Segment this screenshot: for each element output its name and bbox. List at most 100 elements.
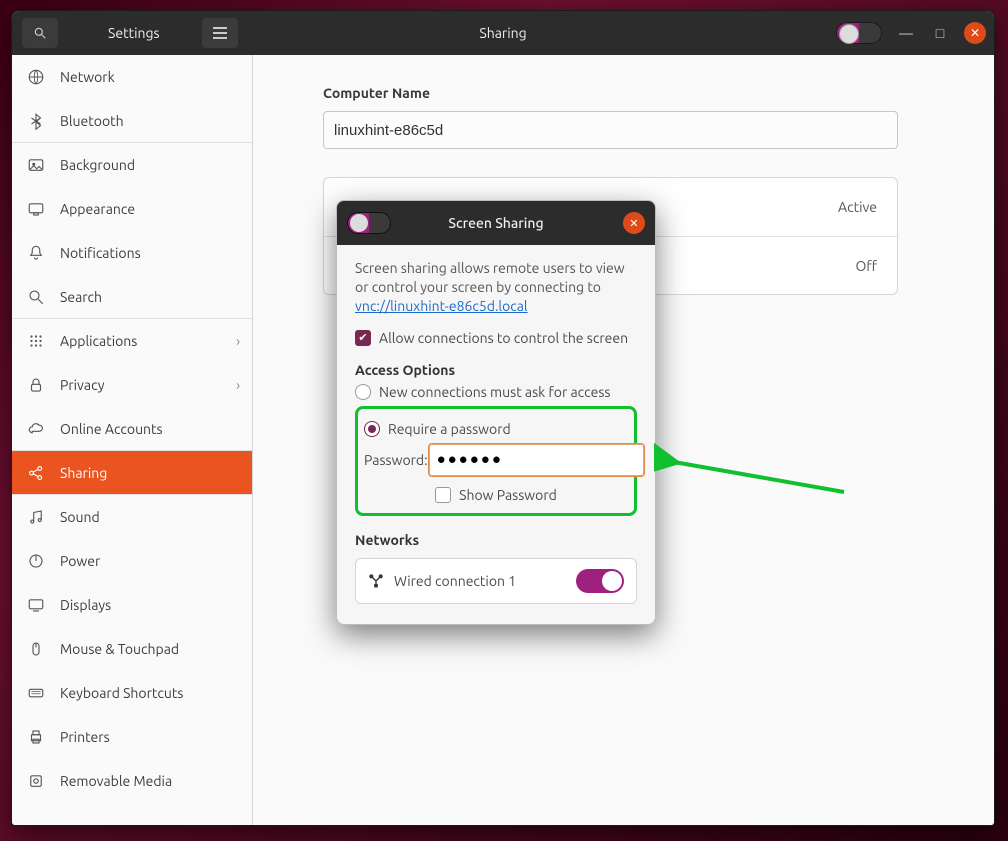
sidebar-item-applications[interactable]: Applications ›: [12, 319, 252, 363]
sidebar-item-power[interactable]: Power: [12, 539, 252, 583]
network-icon: [368, 573, 384, 589]
sidebar-item-label: Network: [60, 69, 115, 85]
allow-control-row[interactable]: ✔ Allow connections to control the scree…: [355, 330, 637, 346]
require-password-label: Require a password: [388, 421, 511, 437]
sidebar-item-sharing[interactable]: Sharing: [12, 451, 252, 495]
search-icon: [24, 288, 48, 306]
require-password-row[interactable]: Require a password: [364, 421, 628, 437]
allow-control-checkbox[interactable]: ✔: [355, 330, 371, 346]
sharing-master-toggle[interactable]: [836, 22, 882, 44]
sidebar-item-mouse-touchpad[interactable]: Mouse & Touchpad: [12, 627, 252, 671]
sidebar-item-network[interactable]: Network: [12, 55, 252, 99]
sidebar-item-search[interactable]: Search: [12, 275, 252, 319]
show-password-label: Show Password: [459, 487, 557, 503]
music-icon: [24, 508, 48, 526]
apps-icon: [24, 332, 48, 350]
sidebar-item-appearance[interactable]: Appearance: [12, 187, 252, 231]
sidebar-item-sound[interactable]: Sound: [12, 495, 252, 539]
sidebar-item-label: Background: [60, 157, 135, 173]
sidebar-item-label: Removable Media: [60, 773, 172, 789]
require-password-radio[interactable]: [364, 421, 380, 437]
dialog-close-button[interactable]: ✕: [623, 212, 645, 234]
sidebar-item-label: Privacy: [60, 377, 104, 393]
search-icon: [33, 26, 47, 40]
sidebar-item-printers[interactable]: Printers: [12, 715, 252, 759]
sidebar: Network Bluetooth Background Appearance Noti…: [12, 55, 253, 825]
minimize-button[interactable]: —: [896, 23, 916, 43]
titlebar-left: Settings: [12, 18, 238, 48]
sidebar-item-label: Notifications: [60, 245, 141, 261]
sidebar-item-label: Keyboard Shortcuts: [60, 685, 183, 701]
password-input[interactable]: [428, 443, 645, 477]
password-row: Password:: [364, 443, 628, 477]
globe-icon: [24, 68, 48, 86]
dialog-title: Screen Sharing: [448, 215, 543, 231]
vnc-link[interactable]: vnc://linuxhint-e86c5d.local: [355, 298, 528, 314]
titlebar: Settings Sharing — □ ✕: [12, 11, 994, 55]
sidebar-item-notifications[interactable]: Notifications: [12, 231, 252, 275]
bluetooth-icon: [24, 112, 48, 130]
computer-name-label: Computer Name: [323, 85, 924, 101]
ask-access-row[interactable]: New connections must ask for access: [355, 384, 637, 400]
cloud-icon: [24, 420, 48, 438]
network-toggle[interactable]: [576, 569, 624, 593]
menu-icon: [213, 27, 227, 39]
show-password-checkbox[interactable]: [435, 487, 451, 503]
sidebar-item-label: Displays: [60, 597, 111, 613]
access-options-header: Access Options: [355, 362, 637, 378]
sidebar-item-bluetooth[interactable]: Bluetooth: [12, 99, 252, 143]
sidebar-item-label: Bluetooth: [60, 113, 124, 129]
sidebar-item-removable-media[interactable]: Removable Media: [12, 759, 252, 803]
media-icon: [24, 772, 48, 790]
sidebar-item-keyboard-shortcuts[interactable]: Keyboard Shortcuts: [12, 671, 252, 715]
mouse-icon: [24, 640, 48, 658]
bell-icon: [24, 244, 48, 262]
sidebar-item-online-accounts[interactable]: Online Accounts: [12, 407, 252, 451]
chevron-right-icon: ›: [236, 333, 240, 349]
sidebar-item-label: Power: [60, 553, 100, 569]
chevron-right-icon: ›: [236, 377, 240, 393]
ask-access-radio[interactable]: [355, 384, 371, 400]
sidebar-item-label: Sound: [60, 509, 100, 525]
ask-access-label: New connections must ask for access: [379, 384, 611, 400]
lock-icon: [24, 376, 48, 394]
maximize-button[interactable]: □: [930, 23, 950, 43]
sidebar-item-label: Online Accounts: [60, 421, 163, 437]
sidebar-item-background[interactable]: Background: [12, 143, 252, 187]
allow-control-label: Allow connections to control the screen: [379, 330, 628, 346]
picture-icon: [24, 156, 48, 174]
appearance-icon: [24, 200, 48, 218]
sidebar-item-privacy[interactable]: Privacy ›: [12, 363, 252, 407]
display-icon: [24, 596, 48, 614]
password-label: Password:: [364, 452, 428, 468]
network-row: Wired connection 1: [355, 558, 637, 604]
password-highlight: Require a password Password: Show Passwo…: [355, 406, 637, 516]
printer-icon: [24, 728, 48, 746]
power-icon: [24, 552, 48, 570]
network-name: Wired connection 1: [394, 573, 516, 589]
media-sharing-status: Off: [855, 258, 877, 274]
sidebar-item-label: Sharing: [60, 465, 107, 481]
keyboard-icon: [24, 684, 48, 702]
window-controls: — □ ✕: [836, 22, 986, 44]
sidebar-item-label: Applications: [60, 333, 137, 349]
sidebar-item-displays[interactable]: Displays: [12, 583, 252, 627]
app-title: Settings: [108, 25, 160, 41]
close-button[interactable]: ✕: [964, 22, 986, 44]
sidebar-item-label: Printers: [60, 729, 110, 745]
dialog-body: Screen sharing allows remote users to vi…: [337, 245, 655, 624]
screen-sharing-dialog: Screen Sharing ✕ Screen sharing allows r…: [336, 200, 656, 625]
show-password-row[interactable]: Show Password: [364, 487, 628, 503]
dialog-description: Screen sharing allows remote users to vi…: [355, 259, 637, 316]
screen-sharing-status: Active: [838, 199, 877, 215]
hamburger-menu[interactable]: [202, 18, 238, 48]
share-icon: [24, 464, 48, 482]
computer-name-input[interactable]: [323, 111, 898, 149]
screen-sharing-toggle[interactable]: [347, 212, 391, 234]
search-button[interactable]: [22, 18, 58, 48]
sidebar-item-label: Search: [60, 289, 102, 305]
dialog-titlebar: Screen Sharing ✕: [337, 201, 655, 245]
networks-header: Networks: [355, 532, 637, 548]
sidebar-item-label: Appearance: [60, 201, 135, 217]
sidebar-item-label: Mouse & Touchpad: [60, 641, 179, 657]
